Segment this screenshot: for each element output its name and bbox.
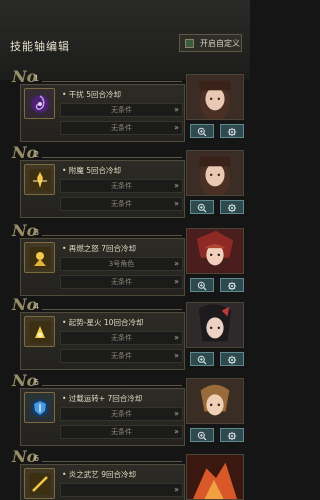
character-portrait[interactable]	[186, 74, 244, 120]
condition-select-2[interactable]: 无条件 »	[60, 425, 183, 439]
skill-card[interactable]: • 起势-星火 10回合冷却 无条件 » 无条件 »	[20, 312, 185, 370]
condition-value: 3号角色	[108, 260, 135, 268]
skill-row: No 6 • 炎之武艺 9回合冷却 » »	[10, 447, 246, 500]
skill-name: • 炎之武艺 9回合冷却	[62, 470, 136, 479]
zoom-button[interactable]	[190, 352, 214, 366]
page-header: 技能轴编辑 开启自定义	[0, 0, 250, 80]
divider-line	[42, 81, 182, 82]
slot-number-value: 1	[34, 74, 40, 83]
condition-value: 无条件	[111, 352, 132, 360]
slot-number-value: 3	[34, 228, 40, 237]
zoom-in-icon	[197, 350, 207, 369]
settings-button[interactable]	[220, 200, 244, 214]
divider-line	[42, 157, 182, 158]
zoom-in-icon	[197, 198, 207, 217]
chevron-right-icon: »	[174, 485, 179, 494]
skill-row: No 5 • 过载运转+ 7回合冷却 无条件 » 无条件 »	[10, 371, 246, 448]
gear-icon	[227, 350, 237, 369]
condition-select-2[interactable]: 无条件 »	[60, 275, 183, 289]
divider-line	[42, 235, 182, 236]
skill-name: • 再燃之怒 7回合冷却	[62, 244, 136, 253]
condition-value: 无条件	[111, 106, 132, 114]
condition-value: 无条件	[111, 124, 132, 132]
divider-line	[42, 309, 182, 310]
zoom-button[interactable]	[190, 428, 214, 442]
chevron-right-icon: »	[174, 259, 179, 268]
divider-line	[42, 385, 182, 386]
golden-warrior-icon[interactable]	[24, 164, 55, 195]
gear-icon	[227, 122, 237, 141]
skill-card[interactable]: • 过载运转+ 7回合冷却 无条件 » 无条件 »	[20, 388, 185, 446]
condition-select-1[interactable]: 无条件 »	[60, 103, 183, 117]
character-portrait[interactable]	[186, 378, 244, 424]
toggle-label: 开启自定义	[200, 38, 240, 48]
condition-value: 无条件	[111, 428, 132, 436]
zoom-in-icon	[197, 276, 207, 295]
checkbox-icon[interactable]	[185, 38, 194, 48]
gear-icon	[227, 426, 237, 445]
chevron-right-icon: »	[174, 333, 179, 342]
skill-card[interactable]: • 附魔 5回合冷却 无条件 » 无条件 »	[20, 160, 185, 218]
condition-select-2[interactable]: 无条件 »	[60, 121, 183, 135]
chevron-right-icon: »	[174, 351, 179, 360]
settings-button[interactable]	[220, 428, 244, 442]
slot-number-value: 6	[34, 454, 40, 463]
condition-value: 无条件	[111, 334, 132, 342]
condition-value: 无条件	[111, 278, 132, 286]
character-portrait[interactable]	[186, 454, 244, 500]
chevron-right-icon: »	[174, 123, 179, 132]
skill-name: • 干扰 5回合冷却	[62, 90, 121, 99]
page-title: 技能轴编辑	[10, 40, 70, 53]
golden-strike-icon[interactable]	[24, 316, 55, 347]
settings-button[interactable]	[220, 124, 244, 138]
zoom-in-icon	[197, 122, 207, 141]
skill-row: No 2 • 附魔 5回合冷却 无条件 » 无条件 »	[10, 143, 246, 220]
settings-button[interactable]	[220, 278, 244, 292]
condition-value: 无条件	[111, 200, 132, 208]
gear-icon	[227, 276, 237, 295]
custom-toggle-button[interactable]: 开启自定义	[179, 34, 242, 52]
condition-select-1[interactable]: 无条件 »	[60, 407, 183, 421]
zoom-in-icon	[197, 426, 207, 445]
skill-card[interactable]: • 炎之武艺 9回合冷却 » »	[20, 464, 185, 500]
skill-name: • 过载运转+ 7回合冷却	[62, 394, 143, 403]
chevron-right-icon: »	[174, 277, 179, 286]
character-portrait[interactable]	[186, 228, 244, 274]
skill-name: • 起势-星火 10回合冷却	[62, 318, 144, 327]
zoom-button[interactable]	[190, 124, 214, 138]
chevron-right-icon: »	[174, 181, 179, 190]
purple-swirl-icon[interactable]	[24, 88, 55, 119]
chevron-right-icon: »	[174, 409, 179, 418]
golden-fist-icon[interactable]	[24, 242, 55, 273]
settings-button[interactable]	[220, 352, 244, 366]
condition-select-1[interactable]: 无条件 »	[60, 331, 183, 345]
zoom-button[interactable]	[190, 200, 214, 214]
slot-number-value: 2	[34, 150, 40, 159]
chevron-right-icon: »	[174, 105, 179, 114]
gear-icon	[227, 198, 237, 217]
character-portrait[interactable]	[186, 302, 244, 348]
skill-name: • 附魔 5回合冷却	[62, 166, 121, 175]
condition-select-2[interactable]: 无条件 »	[60, 349, 183, 363]
condition-value: 无条件	[111, 182, 132, 190]
condition-select-1[interactable]: 无条件 »	[60, 179, 183, 193]
condition-select-2[interactable]: 无条件 »	[60, 197, 183, 211]
golden-blade-icon[interactable]	[24, 468, 55, 499]
condition-select-1[interactable]: »	[60, 483, 183, 497]
skill-row: No 1 • 干扰 5回合冷却 无条件 » 无条件 »	[10, 67, 246, 144]
divider-line	[42, 461, 182, 462]
slot-number-value: 5	[34, 378, 40, 387]
condition-value: 无条件	[111, 410, 132, 418]
chevron-right-icon: »	[174, 199, 179, 208]
chevron-right-icon: »	[174, 427, 179, 436]
skill-card[interactable]: • 再燃之怒 7回合冷却 3号角色 » 无条件 »	[20, 238, 185, 296]
blue-shield-icon[interactable]	[24, 392, 55, 423]
condition-select-1[interactable]: 3号角色 »	[60, 257, 183, 271]
skill-row: No 3 • 再燃之怒 7回合冷却 3号角色 » 无条件 »	[10, 221, 246, 298]
zoom-button[interactable]	[190, 278, 214, 292]
slot-number-value: 4	[34, 302, 40, 311]
skill-row: No 4 • 起势-星火 10回合冷却 无条件 » 无条件 »	[10, 295, 246, 372]
character-portrait[interactable]	[186, 150, 244, 196]
skill-card[interactable]: • 干扰 5回合冷却 无条件 » 无条件 »	[20, 84, 185, 142]
